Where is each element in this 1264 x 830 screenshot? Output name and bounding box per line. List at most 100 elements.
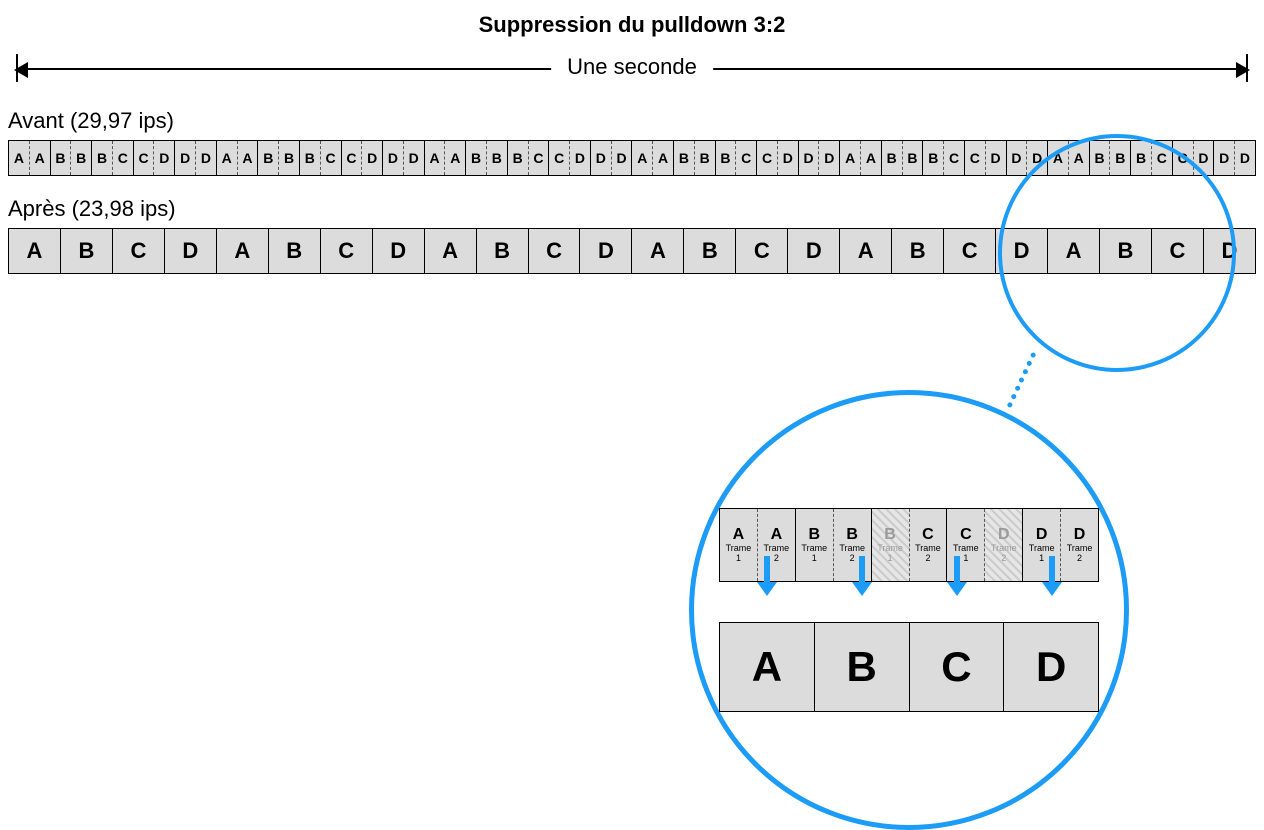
field-cell: D [570, 141, 590, 175]
field-cell: A [653, 141, 673, 175]
progressive-frame: A [425, 229, 477, 273]
connector-dots-icon [1007, 352, 1037, 408]
progressive-frame: A [840, 229, 892, 273]
progressive-frame: D [373, 229, 425, 273]
field-cell: B [92, 141, 113, 175]
video-frame: CD [965, 141, 1007, 175]
video-frame: DD [175, 141, 217, 175]
field-cell: D [383, 141, 404, 175]
progressive-frame: B [477, 229, 529, 273]
video-frame: AA [1048, 141, 1090, 175]
mag-progressive-frame: C [910, 623, 1005, 711]
field-cell: B [903, 141, 923, 175]
field-cell: A [632, 141, 653, 175]
progressive-frame: D [580, 229, 632, 273]
field-cell: C [342, 141, 363, 175]
video-frame: BC [923, 141, 965, 175]
mag-progressive-frame: D [1004, 623, 1098, 711]
before-label: Avant (29,97 ips) [8, 108, 1256, 134]
video-frame: BC [716, 141, 758, 175]
mag-field: CTrame1 [947, 509, 985, 581]
field-cell: B [466, 141, 487, 175]
video-frame: BB [1090, 141, 1132, 175]
field-cell: D [175, 141, 196, 175]
field-cell: B [71, 141, 91, 175]
video-frame: DD [1007, 141, 1049, 175]
progressive-frame: B [61, 229, 113, 273]
mag-field-removed: DTrame2 [985, 509, 1022, 581]
one-second-span: Une seconde [8, 48, 1256, 88]
mag-field: DTrame2 [1061, 509, 1098, 581]
progressive-frame: C [944, 229, 996, 273]
field-cell: B [674, 141, 695, 175]
mag-video-frame: BTrame1CTrame2 [872, 509, 948, 581]
mag-video-frame: CTrame1DTrame2 [947, 509, 1023, 581]
progressive-frame: C [529, 229, 581, 273]
video-frame: BC [508, 141, 550, 175]
field-cell: A [1069, 141, 1089, 175]
field-cell: A [425, 141, 446, 175]
field-cell: D [986, 141, 1006, 175]
video-frame: DD [799, 141, 841, 175]
field-cell: D [799, 141, 820, 175]
field-cell: B [1131, 141, 1152, 175]
field-cell: C [1173, 141, 1194, 175]
mag-video-frame: DTrame1DTrame2 [1023, 509, 1098, 581]
mag-frame-strip: ABCD [719, 622, 1099, 712]
field-cell: D [591, 141, 612, 175]
mag-field: CTrame2 [910, 509, 947, 581]
field-cell: A [217, 141, 238, 175]
field-cell: C [134, 141, 155, 175]
field-cell: C [529, 141, 549, 175]
field-cell: B [487, 141, 507, 175]
field-cell: A [1048, 141, 1069, 175]
mag-field: DTrame1 [1023, 509, 1061, 581]
video-frame: BB [51, 141, 93, 175]
video-frame: AA [425, 141, 467, 175]
video-frame: CD [1173, 141, 1215, 175]
video-frame: DD [591, 141, 633, 175]
progressive-frame: B [269, 229, 321, 273]
field-cell: D [362, 141, 382, 175]
mag-video-frame: BTrame1BTrame2 [796, 509, 872, 581]
video-frame: BB [882, 141, 924, 175]
field-cell: B [1090, 141, 1111, 175]
video-frame: AA [217, 141, 259, 175]
progressive-frame: A [217, 229, 269, 273]
field-cell: D [1027, 141, 1047, 175]
progressive-frame: D [1204, 229, 1255, 273]
field-cell: D [404, 141, 424, 175]
progressive-frame: B [892, 229, 944, 273]
field-cell: C [965, 141, 986, 175]
video-frame: DD [383, 141, 425, 175]
video-frame: DD [1214, 141, 1255, 175]
after-strip: ABCDABCDABCDABCDABCDABCD [8, 228, 1256, 274]
field-cell: B [300, 141, 321, 175]
field-cell: D [1235, 141, 1255, 175]
field-cell: D [778, 141, 798, 175]
field-cell: D [612, 141, 632, 175]
mag-progressive-frame: B [815, 623, 910, 711]
video-frame: BC [1131, 141, 1173, 175]
field-cell: B [923, 141, 944, 175]
progressive-frame: A [632, 229, 684, 273]
progressive-frame: C [321, 229, 373, 273]
field-cell: C [1152, 141, 1172, 175]
field-cell: B [508, 141, 529, 175]
field-cell: A [9, 141, 30, 175]
field-cell: C [549, 141, 570, 175]
video-frame: BC [300, 141, 342, 175]
field-cell: A [840, 141, 861, 175]
video-frame: AA [9, 141, 51, 175]
field-cell: D [1214, 141, 1235, 175]
mag-field-removed: BTrame1 [872, 509, 910, 581]
field-cell: B [279, 141, 299, 175]
video-frame: CD [134, 141, 176, 175]
magnifier: ATrame1ATrame2BTrame1BTrame2BTrame1CTram… [689, 390, 1129, 830]
video-frame: BB [674, 141, 716, 175]
field-cell: A [445, 141, 465, 175]
progressive-frame: D [788, 229, 840, 273]
video-frame: CD [342, 141, 384, 175]
field-cell: B [51, 141, 72, 175]
field-cell: D [196, 141, 216, 175]
